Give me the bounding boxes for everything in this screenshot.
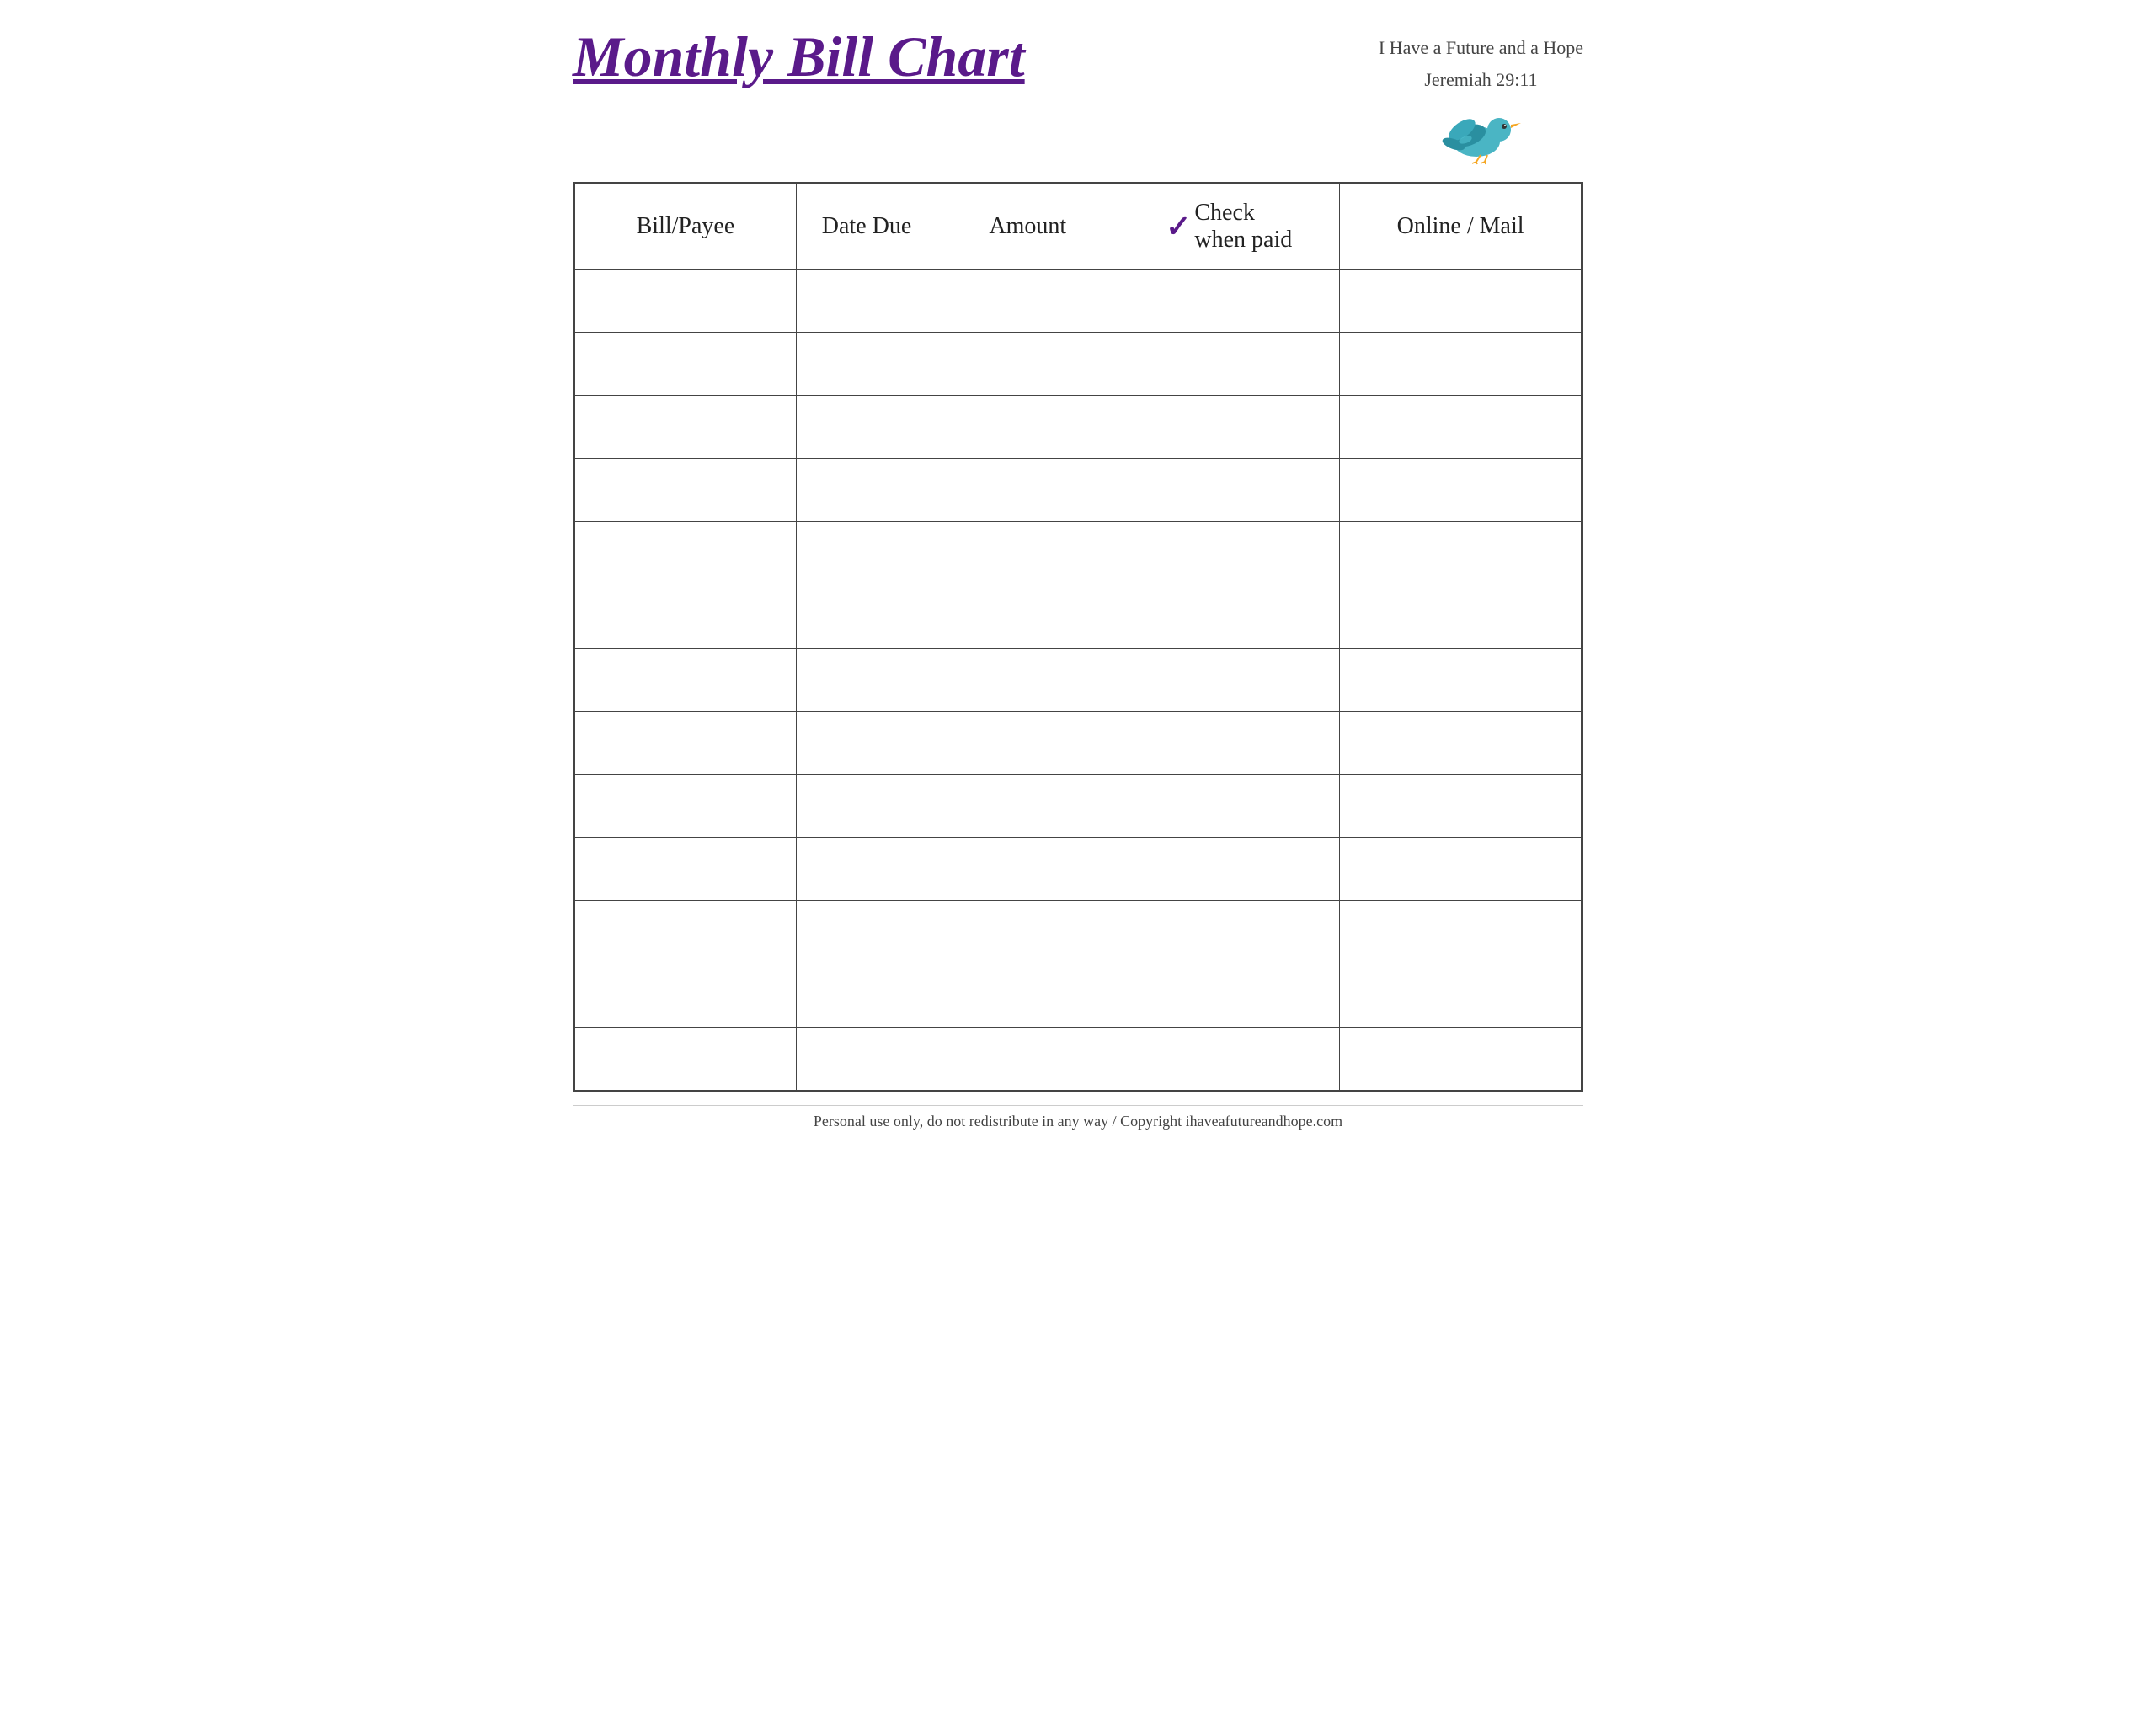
table-cell [575, 459, 797, 522]
table-cell [1340, 333, 1582, 396]
table-cell [937, 396, 1118, 459]
table-cell [796, 964, 937, 1028]
table-body [575, 270, 1582, 1091]
table-cell [1340, 522, 1582, 585]
table-cell [1118, 838, 1340, 901]
table-cell [575, 396, 797, 459]
table-cell [1118, 964, 1340, 1028]
check-text: Check when paid [1194, 200, 1292, 254]
table-cell [796, 522, 937, 585]
table-row [575, 1028, 1582, 1091]
col-header-amount: Amount [937, 184, 1118, 270]
table-row [575, 964, 1582, 1028]
table-row [575, 712, 1582, 775]
table-cell [1118, 396, 1340, 459]
col-header-online-mail: Online / Mail [1340, 184, 1582, 270]
branding-section: I Have a Future and a Hope Jeremiah 29:1… [1379, 25, 1583, 165]
table-cell [937, 649, 1118, 712]
table-cell [575, 838, 797, 901]
col-header-date-due: Date Due [796, 184, 937, 270]
table-cell [1118, 459, 1340, 522]
table-cell [1118, 901, 1340, 964]
table-cell [937, 1028, 1118, 1091]
table-cell [575, 522, 797, 585]
table-row [575, 775, 1582, 838]
table-row [575, 522, 1582, 585]
col-header-bill-payee: Bill/Payee [575, 184, 797, 270]
table-header-row: Bill/Payee Date Due Amount ✓ Check w [575, 184, 1582, 270]
table-cell [796, 396, 937, 459]
table-cell [575, 585, 797, 649]
table-cell [937, 585, 1118, 649]
table-cell [1340, 1028, 1582, 1091]
table-row [575, 585, 1582, 649]
table-row [575, 270, 1582, 333]
table-cell [1340, 964, 1582, 1028]
table-row [575, 396, 1582, 459]
table-cell [937, 270, 1118, 333]
table-cell [796, 649, 937, 712]
table-row [575, 649, 1582, 712]
table-cell [937, 459, 1118, 522]
bill-chart-table: Bill/Payee Date Due Amount ✓ Check w [574, 184, 1582, 1091]
table-cell [575, 333, 797, 396]
table-cell [1340, 649, 1582, 712]
table-cell [796, 333, 937, 396]
table-cell [796, 459, 937, 522]
table-cell [1118, 270, 1340, 333]
table-cell [575, 775, 797, 838]
table-cell [937, 712, 1118, 775]
col-header-check-when-paid: ✓ Check when paid [1118, 184, 1340, 270]
table-cell [796, 1028, 937, 1091]
branding-line1: I Have a Future and a Hope [1379, 34, 1583, 61]
table-row [575, 838, 1582, 901]
table-cell [1118, 649, 1340, 712]
table-row [575, 459, 1582, 522]
branding-line2: Jeremiah 29:11 [1424, 66, 1537, 93]
table-cell [796, 901, 937, 964]
table-cell [1340, 459, 1582, 522]
table-cell [1340, 901, 1582, 964]
table-cell [1340, 396, 1582, 459]
page-header: Monthly Bill Chart I Have a Future and a… [573, 25, 1583, 165]
table-cell [575, 1028, 797, 1091]
page-title: Monthly Bill Chart [573, 25, 1379, 88]
table-cell [1340, 838, 1582, 901]
table-cell [1118, 1028, 1340, 1091]
table-cell [575, 712, 797, 775]
table-cell [1118, 333, 1340, 396]
table-cell [937, 964, 1118, 1028]
table-cell [937, 333, 1118, 396]
bill-chart-table-wrapper: Bill/Payee Date Due Amount ✓ Check w [573, 182, 1583, 1092]
table-cell [1118, 712, 1340, 775]
table-cell [575, 270, 797, 333]
table-cell [796, 585, 937, 649]
table-cell [1340, 712, 1582, 775]
table-row [575, 901, 1582, 964]
table-cell [1118, 775, 1340, 838]
table-cell [937, 901, 1118, 964]
table-cell [575, 901, 797, 964]
footer-text: Personal use only, do not redistribute i… [573, 1105, 1583, 1137]
table-cell [1118, 585, 1340, 649]
table-cell [796, 712, 937, 775]
table-cell [796, 838, 937, 901]
table-cell [1340, 775, 1582, 838]
table-cell [575, 964, 797, 1028]
table-row [575, 333, 1582, 396]
table-cell [796, 270, 937, 333]
table-cell [575, 649, 797, 712]
check-header-content: ✓ Check when paid [1135, 200, 1322, 254]
table-cell [937, 522, 1118, 585]
table-cell [796, 775, 937, 838]
table-cell [1118, 522, 1340, 585]
table-cell [1340, 585, 1582, 649]
table-cell [1340, 270, 1582, 333]
table-cell [937, 775, 1118, 838]
bird-illustration [1430, 98, 1531, 165]
table-cell [937, 838, 1118, 901]
checkmark-icon: ✓ [1166, 211, 1191, 242]
title-section: Monthly Bill Chart [573, 25, 1379, 88]
